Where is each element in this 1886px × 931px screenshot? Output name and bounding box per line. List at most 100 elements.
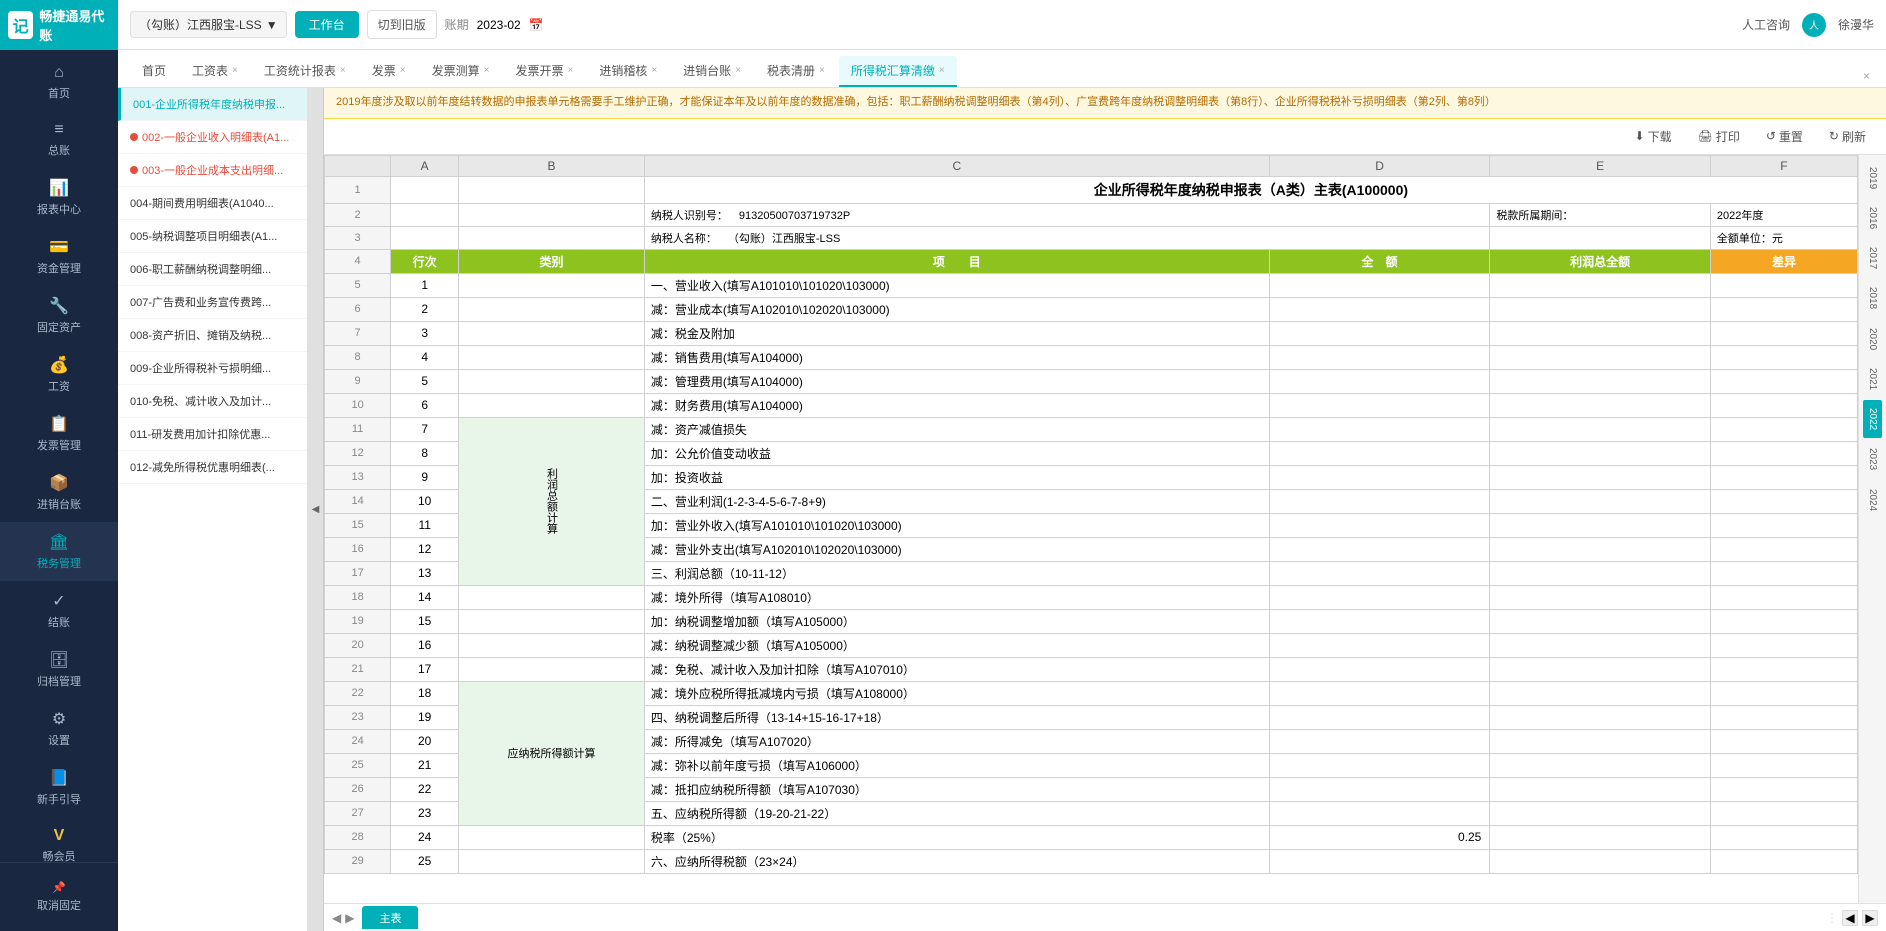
cell-category[interactable] (459, 825, 645, 849)
tab-purchase-ledger[interactable]: 进销台账 × (671, 56, 753, 87)
scroll-left-arrow[interactable]: ◀ (1842, 910, 1858, 926)
cell-linenum[interactable]: 18 (391, 681, 459, 705)
cell-diff[interactable] (1710, 321, 1857, 345)
cell-profit[interactable] (1490, 705, 1711, 729)
cell-category[interactable] (459, 849, 645, 873)
sidebar-item-settings[interactable]: ⚙ 设置 (0, 699, 118, 758)
cell-amount[interactable] (1269, 297, 1490, 321)
year-nav-2019[interactable]: 2019 (1863, 159, 1882, 197)
cell-item[interactable]: 税率（25%） (644, 825, 1269, 849)
cell-profit[interactable] (1490, 681, 1711, 705)
cell-amount[interactable] (1269, 729, 1490, 753)
cell-amount[interactable] (1269, 705, 1490, 729)
tax-list-item-008[interactable]: 008-资产折旧、摊销及纳税... (118, 319, 307, 352)
cell-profit[interactable] (1490, 585, 1711, 609)
cell-amount[interactable] (1269, 537, 1490, 561)
cell[interactable] (391, 176, 459, 203)
cell-linenum[interactable]: 21 (391, 753, 459, 777)
scroll-right-arrow[interactable]: ▶ (1862, 910, 1878, 926)
work-station-button[interactable]: 工作台 (295, 11, 359, 38)
cell-amount[interactable] (1269, 801, 1490, 825)
sidebar-item-close[interactable]: ✓ 结账 (0, 581, 118, 640)
cell-amount[interactable] (1269, 489, 1490, 513)
sidebar-item-guide[interactable]: 📘 新手引导 (0, 758, 118, 817)
cell-linenum[interactable]: 6 (391, 393, 459, 417)
cell-amount[interactable] (1269, 369, 1490, 393)
cell-linenum[interactable]: 12 (391, 537, 459, 561)
cell-diff[interactable] (1710, 657, 1857, 681)
tax-list-item-004[interactable]: 004-期间费用明细表(A1040... (118, 187, 307, 220)
cell-diff[interactable] (1710, 753, 1857, 777)
cell-item[interactable]: 减：营业外支出(填写A102010\102020\103000) (644, 537, 1269, 561)
cell-diff[interactable] (1710, 681, 1857, 705)
close-icon[interactable]: × (819, 65, 825, 76)
cell-category[interactable] (459, 609, 645, 633)
cell-profit[interactable] (1490, 369, 1711, 393)
sheet-tab-main[interactable]: 主表 (362, 906, 418, 929)
cell-item[interactable]: 二、营业利润(1-2-3-4-5-6-7-8+9) (644, 489, 1269, 513)
cell-amount[interactable] (1269, 849, 1490, 873)
cell-profit[interactable] (1490, 297, 1711, 321)
print-button[interactable]: 🖨 打印 (1690, 125, 1748, 148)
cell-profit[interactable] (1490, 825, 1711, 849)
year-nav-2023[interactable]: 2023 (1863, 440, 1882, 478)
cell-diff[interactable] (1710, 585, 1857, 609)
cell-diff[interactable] (1710, 705, 1857, 729)
cell-linenum[interactable]: 20 (391, 729, 459, 753)
cell-amount[interactable] (1269, 681, 1490, 705)
cell-item[interactable]: 减：税金及附加 (644, 321, 1269, 345)
tab-home[interactable]: 首页 (130, 56, 178, 87)
cell-diff[interactable] (1710, 633, 1857, 657)
cell-diff[interactable] (1710, 393, 1857, 417)
cell-linenum[interactable]: 9 (391, 465, 459, 489)
cell-profit[interactable] (1490, 273, 1711, 297)
tax-list-item-011[interactable]: 011-研发费用加计扣除优惠... (118, 418, 307, 451)
close-icon[interactable]: × (484, 65, 490, 76)
sidebar-item-ledger[interactable]: ≡ 总账 (0, 111, 118, 168)
cell-diff[interactable] (1710, 561, 1857, 585)
cell-amount[interactable] (1269, 657, 1490, 681)
cell-diff[interactable] (1710, 345, 1857, 369)
cell-profit[interactable] (1490, 633, 1711, 657)
sidebar-item-home[interactable]: ⌂ 首页 (0, 54, 118, 111)
cell-diff[interactable] (1710, 825, 1857, 849)
cell-diff[interactable] (1710, 273, 1857, 297)
cell-profit[interactable] (1490, 513, 1711, 537)
ai-consult-label[interactable]: 人工咨询 (1742, 16, 1790, 33)
sidebar-item-invoices[interactable]: 📋 发票管理 (0, 404, 118, 463)
cell-item[interactable]: 减：境外所得（填写A108010） (644, 585, 1269, 609)
close-icon[interactable]: × (232, 65, 238, 76)
cell[interactable] (391, 203, 459, 226)
cell-linenum[interactable]: 10 (391, 489, 459, 513)
cell-diff[interactable] (1710, 297, 1857, 321)
cell-profit[interactable] (1490, 777, 1711, 801)
tab-invoices[interactable]: 发票 × (360, 56, 418, 87)
tax-list-item-001[interactable]: 001-企业所得税年度纳税申报... (118, 88, 307, 121)
reset-button[interactable]: ↺ 重置 (1758, 125, 1811, 148)
cell-profit[interactable] (1490, 729, 1711, 753)
close-icon[interactable]: × (340, 65, 346, 76)
cell-linenum[interactable]: 24 (391, 825, 459, 849)
tab-purchase-check[interactable]: 进销稽核 × (587, 56, 669, 87)
year-nav-2016[interactable]: 2016 (1863, 199, 1882, 237)
year-nav-2024[interactable]: 2024 (1863, 481, 1882, 519)
sidebar-item-tax[interactable]: 🏛 税务管理 (0, 522, 118, 581)
cell-diff[interactable] (1710, 801, 1857, 825)
download-button[interactable]: ⬇ 下载 (1627, 125, 1680, 148)
cell-item[interactable]: 三、利润总额（10-11-12） (644, 561, 1269, 585)
cell-amount[interactable]: 0.25 (1269, 825, 1490, 849)
cell-profit[interactable] (1490, 489, 1711, 513)
cell-amount[interactable] (1269, 441, 1490, 465)
cell-profit[interactable] (1490, 321, 1711, 345)
cell-diff[interactable] (1710, 609, 1857, 633)
cell-item[interactable]: 减：境外应税所得抵减境内亏损（填写A108000） (644, 681, 1269, 705)
tab-invoice-open[interactable]: 发票开票 × (503, 56, 585, 87)
cell[interactable] (459, 226, 645, 249)
cell-item[interactable]: 一、营业收入(填写A101010\101020\103000) (644, 273, 1269, 297)
cell-linenum[interactable]: 8 (391, 441, 459, 465)
cell-amount[interactable] (1269, 777, 1490, 801)
cell-profit[interactable] (1490, 753, 1711, 777)
cell-category[interactable] (459, 585, 645, 609)
cell-amount[interactable] (1269, 753, 1490, 777)
year-nav-2018[interactable]: 2018 (1863, 279, 1882, 317)
